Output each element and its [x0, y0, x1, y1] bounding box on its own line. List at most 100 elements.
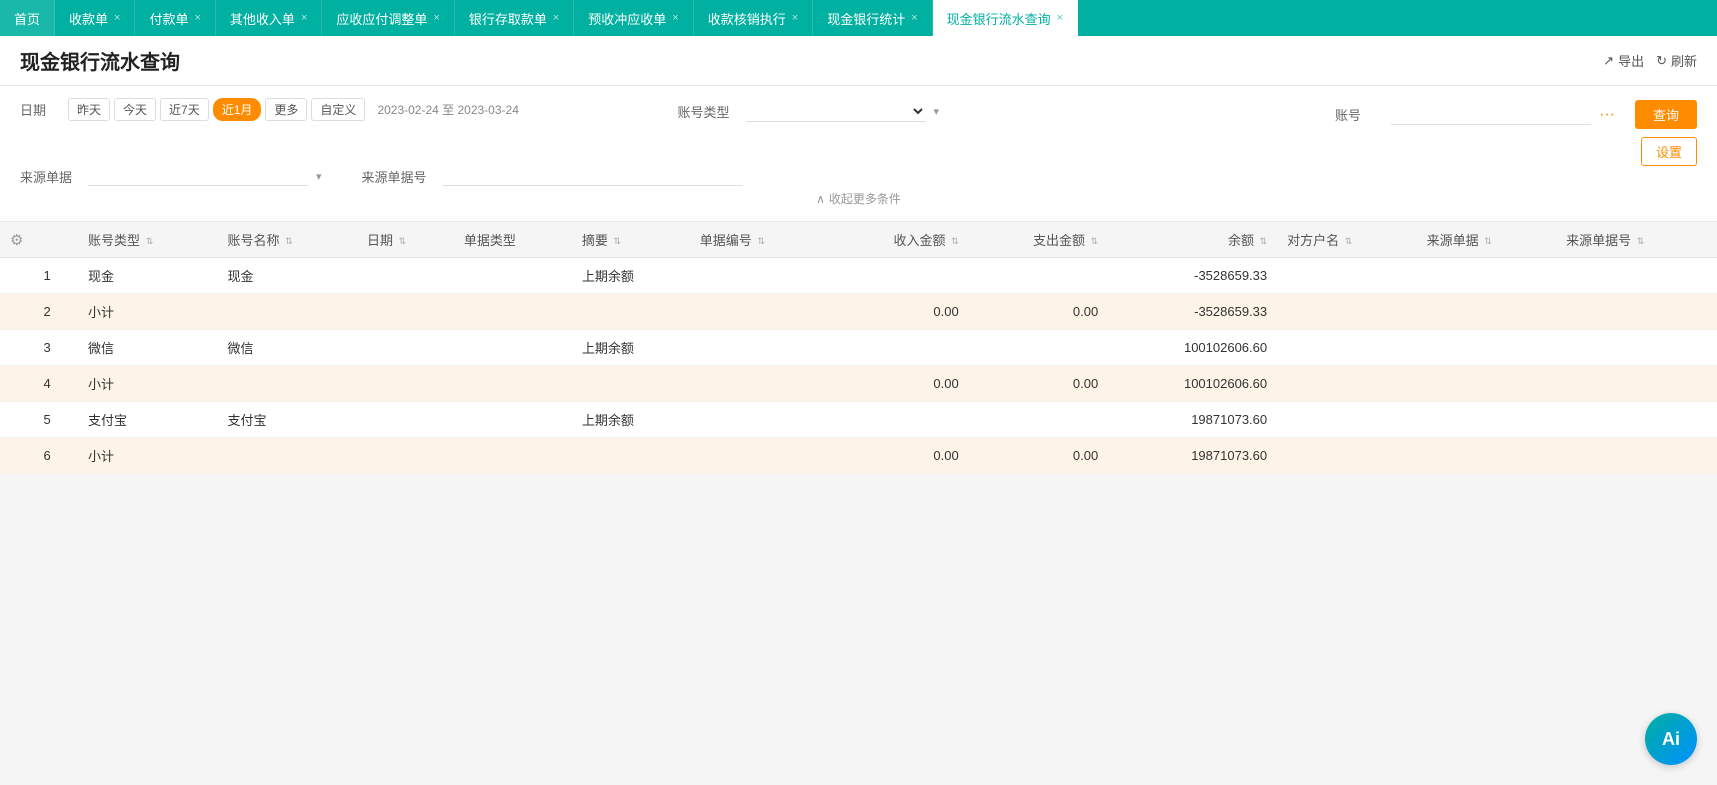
close-icon[interactable]: × — [194, 12, 200, 24]
gear-icon[interactable]: ⚙ — [10, 232, 23, 249]
ai-assistant-button[interactable]: Ai — [1645, 713, 1697, 765]
table-row: 5支付宝支付宝上期余额19871073.60 — [0, 402, 1717, 438]
date-1month[interactable]: 近1月 — [213, 98, 262, 121]
source-doc-no-input[interactable] — [443, 166, 743, 186]
account-input[interactable] — [1391, 105, 1591, 125]
cell-source-doc-no — [1556, 402, 1717, 438]
cell-source-doc — [1417, 438, 1556, 474]
export-button[interactable]: ↗ 导出 — [1603, 51, 1644, 70]
date-yesterday[interactable]: 昨天 — [68, 98, 110, 121]
chevron-down-icon: ▾ — [316, 170, 322, 183]
cell-expense: 0.00 — [969, 438, 1108, 474]
nav-advance-offset[interactable]: 预收冲应收单 × — [574, 0, 693, 36]
cell-source-doc-no — [1556, 294, 1717, 330]
sort-icon: ⇅ — [399, 236, 407, 247]
nav-collection-exec[interactable]: 收款核销执行 × — [694, 0, 813, 36]
top-navigation: 首页 收款单 × 付款单 × 其他收入单 × 应收应付调整单 × 银行存取款单 … — [0, 0, 1717, 36]
data-table-container: ⚙ 账号类型 ⇅ 账号名称 ⇅ 日期 ⇅ 单据类型 — [0, 222, 1717, 474]
cell-income — [829, 402, 968, 438]
cell-index: 6 — [33, 438, 78, 474]
nav-other-income[interactable]: 其他收入单 × — [216, 0, 322, 36]
cell-income: 0.00 — [829, 366, 968, 402]
cell-expense: 0.00 — [969, 294, 1108, 330]
chevron-down-icon: ▾ — [934, 105, 940, 118]
cell-index: 4 — [33, 366, 78, 402]
column-doc-no[interactable]: 单据编号 ⇅ — [690, 222, 829, 258]
nav-cash-flow-query[interactable]: 现金银行流水查询 × — [933, 0, 1078, 36]
cell-doc-no — [690, 294, 829, 330]
column-account-name[interactable]: 账号名称 ⇅ — [218, 222, 357, 258]
refresh-icon: ↻ — [1656, 53, 1667, 69]
source-filter-row: 来源单据 ▾ 来源单据号 — [20, 166, 1697, 186]
column-expense[interactable]: 支出金额 ⇅ — [969, 222, 1108, 258]
cell-summary — [572, 366, 690, 402]
column-counterpart[interactable]: 对方户名 ⇅ — [1277, 222, 1416, 258]
sort-icon: ⇅ — [1637, 236, 1645, 247]
cell-index: 5 — [33, 402, 78, 438]
date-7days[interactable]: 近7天 — [160, 98, 209, 121]
source-doc-input[interactable] — [88, 166, 308, 186]
nav-payment[interactable]: 付款单 × — [135, 0, 215, 36]
cell-date — [357, 366, 454, 402]
account-type-select[interactable] — [746, 100, 926, 122]
account-type-label: 账号类型 — [678, 102, 730, 121]
cell-account-name: 现金 — [218, 258, 357, 294]
table-row: 4小计0.000.00100102606.60 — [0, 366, 1717, 402]
sort-icon: ⇅ — [757, 236, 765, 247]
close-icon[interactable]: × — [553, 12, 559, 24]
nav-cash-stats[interactable]: 现金银行统计 × — [813, 0, 932, 36]
close-icon[interactable]: × — [672, 12, 678, 24]
account-filter-section: 账号 ··· 查询 设置 — [1335, 98, 1697, 166]
column-date[interactable]: 日期 ⇅ — [357, 222, 454, 258]
close-icon[interactable]: × — [114, 12, 120, 24]
refresh-button[interactable]: ↻ 刷新 — [1656, 51, 1697, 70]
column-source-doc[interactable]: 来源单据 ⇅ — [1417, 222, 1556, 258]
nav-ar-adjustment[interactable]: 应收应付调整单 × — [322, 0, 454, 36]
cell-account-name: 支付宝 — [218, 402, 357, 438]
cell-expense — [969, 258, 1108, 294]
cell-balance: 19871073.60 — [1108, 402, 1277, 438]
more-options-icon[interactable]: ··· — [1599, 106, 1615, 124]
date-custom[interactable]: 自定义 — [311, 98, 365, 121]
column-source-doc-no[interactable]: 来源单据号 ⇅ — [1556, 222, 1717, 258]
close-icon[interactable]: × — [792, 12, 798, 24]
cell-summary: 上期余额 — [572, 330, 690, 366]
cell-account-name — [218, 438, 357, 474]
source-doc-no-label: 来源单据号 — [362, 167, 427, 186]
nav-bank-deposit[interactable]: 银行存取款单 × — [455, 0, 574, 36]
column-doc-type: 单据类型 — [454, 222, 572, 258]
cell-source-doc-no — [1556, 438, 1717, 474]
date-today[interactable]: 今天 — [114, 98, 156, 121]
close-icon[interactable]: × — [301, 12, 307, 24]
nav-home[interactable]: 首页 — [0, 0, 55, 36]
cell-account-name — [218, 366, 357, 402]
cell-income: 0.00 — [829, 438, 968, 474]
cell-account-type: 微信 — [78, 330, 217, 366]
settings-button[interactable]: 设置 — [1641, 137, 1697, 166]
cell-index: 1 — [33, 258, 78, 294]
cell-expense — [969, 402, 1108, 438]
cell-source-doc — [1417, 330, 1556, 366]
sort-icon: ⇅ — [951, 236, 959, 247]
table-row: 6小计0.000.0019871073.60 — [0, 438, 1717, 474]
column-index — [33, 222, 78, 258]
nav-receipt[interactable]: 收款单 × — [55, 0, 135, 36]
cell-counterpart — [1277, 366, 1416, 402]
query-button[interactable]: 查询 — [1635, 100, 1697, 129]
cell-account-type: 小计 — [78, 438, 217, 474]
close-icon[interactable]: × — [433, 12, 439, 24]
column-income[interactable]: 收入金额 ⇅ — [829, 222, 968, 258]
cell-account-type: 小计 — [78, 294, 217, 330]
cell-source-doc — [1417, 258, 1556, 294]
cell-gear — [0, 258, 33, 294]
column-account-type[interactable]: 账号类型 ⇅ — [78, 222, 217, 258]
cell-balance: -3528659.33 — [1108, 258, 1277, 294]
date-more[interactable]: 更多 — [265, 98, 307, 121]
column-balance[interactable]: 余额 ⇅ — [1108, 222, 1277, 258]
close-icon[interactable]: × — [1057, 12, 1063, 24]
cell-source-doc-no — [1556, 330, 1717, 366]
column-summary[interactable]: 摘要 ⇅ — [572, 222, 690, 258]
close-icon[interactable]: × — [911, 12, 917, 24]
collapse-filter-bar[interactable]: ∧ 收起更多条件 — [20, 186, 1697, 213]
cell-income — [829, 258, 968, 294]
